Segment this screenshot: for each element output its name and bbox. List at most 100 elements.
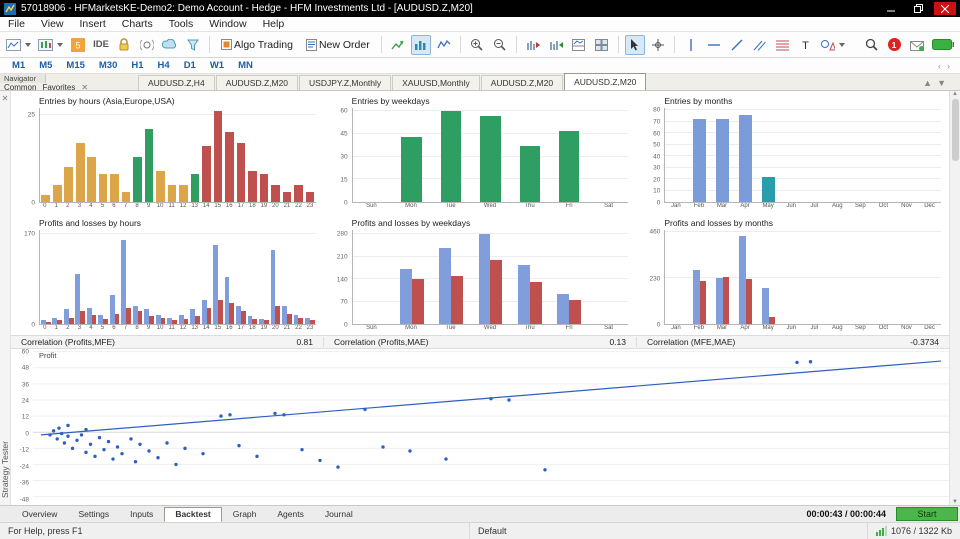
tick-arrow-icon[interactable] — [388, 35, 408, 55]
scrollbar-thumb[interactable] — [951, 99, 959, 161]
tf-m5[interactable]: M5 — [33, 60, 58, 71]
tile-windows-icon[interactable] — [592, 35, 612, 55]
tf-d1[interactable]: D1 — [178, 60, 202, 71]
crosshair-icon[interactable] — [648, 35, 668, 55]
chart-tab-2[interactable]: AUDUSD.Z,M20 — [215, 75, 299, 90]
tab-scroll-buttons: ▲ ▼ — [923, 78, 946, 88]
chart-tab-1[interactable]: AUDUSD.Z,H4 — [138, 75, 215, 90]
tab-scroll-down-icon[interactable]: ▼ — [937, 78, 946, 88]
tf-h1[interactable]: H1 — [125, 60, 149, 71]
x-axis: 0 1 2 3 4 5 6 7 8 9 10 11 12 13 14 15 16 17 18 19 20 21 22 23 — [43, 203, 314, 210]
menu-file[interactable]: File — [0, 18, 33, 30]
navigator-tab-favorites[interactable]: Favorites — [42, 83, 75, 92]
cloud-sync-icon[interactable] — [160, 35, 180, 55]
close-panel-icon[interactable]: ✕ — [2, 94, 9, 103]
chevron-right-icon[interactable]: › — [947, 61, 950, 71]
tf-h4[interactable]: H4 — [152, 60, 176, 71]
tester-tab-settings[interactable]: Settings — [68, 507, 119, 522]
cursor-icon[interactable] — [624, 34, 645, 55]
navigator-tab-common[interactable]: Common — [4, 83, 36, 92]
zoom-in-icon[interactable] — [467, 35, 487, 55]
chart-tab-6-active[interactable]: AUDUSD.Z,M20 — [564, 73, 647, 90]
chevron-left-icon[interactable]: ‹ — [938, 61, 941, 71]
inbox-icon[interactable] — [907, 35, 927, 55]
bar — [68, 317, 74, 325]
plot-area — [664, 230, 941, 326]
status-profile[interactable]: Default — [470, 523, 868, 539]
shapes-icon[interactable] — [819, 35, 847, 55]
tf-mn[interactable]: MN — [232, 60, 259, 71]
zoom-out-icon[interactable] — [490, 35, 510, 55]
vertical-line-icon[interactable] — [681, 35, 701, 55]
chart-tab-5[interactable]: AUDUSD.Z,M20 — [480, 75, 564, 90]
ide-button[interactable]: IDE — [91, 35, 111, 55]
tester-tab-overview[interactable]: Overview — [12, 507, 67, 522]
close-navigator-icon[interactable]: ✕ — [81, 83, 88, 92]
menu-tools[interactable]: Tools — [161, 18, 202, 30]
channel-icon[interactable] — [750, 35, 770, 55]
line-chart-mode-icon[interactable] — [434, 35, 454, 55]
close-button[interactable] — [934, 2, 956, 15]
vertical-scrollbar[interactable]: ▲ ▼ — [949, 91, 960, 505]
bar — [218, 300, 223, 325]
tab-scroll-up-icon[interactable]: ▲ — [923, 78, 932, 88]
bar — [451, 275, 463, 325]
new-order-button[interactable]: New Order — [301, 35, 375, 55]
lock-icon[interactable] — [114, 35, 134, 55]
menu-view[interactable]: View — [33, 18, 72, 30]
chart-tab-3[interactable]: USDJPY.Z,Monthly — [299, 75, 392, 90]
notification-badge: 1 — [887, 38, 901, 51]
mql5-icon[interactable]: 5 — [68, 35, 88, 55]
menu-help[interactable]: Help — [255, 18, 293, 30]
menu-insert[interactable]: Insert — [72, 18, 114, 30]
chart-entries-by-weekdays: Entries by weekdays 60 45 30 15 0 Sun Mon Tue Wed… — [324, 91, 637, 213]
algo-trading-button[interactable]: Algo Trading — [216, 35, 298, 55]
trendline-icon[interactable] — [727, 35, 747, 55]
navigator-panel-header: Navigator Common Favorites ✕ — [0, 74, 138, 92]
tester-tab-backtest[interactable]: Backtest — [164, 506, 222, 522]
bar — [91, 314, 97, 325]
menu-bar: File View Insert Charts Tools Window Hel… — [0, 17, 960, 32]
funnel-icon[interactable] — [183, 35, 203, 55]
bar — [399, 269, 412, 325]
chart-style-icon[interactable] — [36, 35, 65, 55]
chart-title: Entries by months — [664, 96, 733, 106]
menu-charts[interactable]: Charts — [114, 18, 161, 30]
start-button[interactable]: Start — [896, 507, 958, 521]
bar — [133, 156, 142, 203]
navigator-caption[interactable]: Navigator — [0, 74, 46, 83]
shift-end-icon[interactable] — [523, 35, 543, 55]
horizontal-line-icon[interactable] — [704, 35, 724, 55]
bar — [401, 136, 422, 203]
tester-tab-agents[interactable]: Agents — [267, 507, 313, 522]
notifications-icon[interactable]: 1 — [884, 35, 904, 55]
tester-tab-graph[interactable]: Graph — [223, 507, 267, 522]
new-chart-icon[interactable] — [4, 35, 33, 55]
search-icon[interactable] — [861, 35, 881, 55]
scroll-up-icon[interactable]: ▲ — [952, 91, 958, 97]
fibonacci-icon[interactable] — [773, 35, 793, 55]
tf-m15[interactable]: M15 — [60, 60, 90, 71]
connection-status-icon[interactable] — [930, 35, 956, 55]
tester-tab-journal[interactable]: Journal — [315, 507, 363, 522]
tf-w1[interactable]: W1 — [204, 60, 230, 71]
bar — [518, 264, 530, 325]
indicator-window-icon[interactable] — [569, 35, 589, 55]
tf-m1[interactable]: M1 — [6, 60, 31, 71]
text-icon[interactable]: T — [796, 35, 816, 55]
bar — [183, 318, 189, 325]
bar — [557, 293, 570, 325]
tf-m30[interactable]: M30 — [93, 60, 123, 71]
tester-tab-inputs[interactable]: Inputs — [120, 507, 163, 522]
market-depth-icon[interactable] — [137, 35, 157, 55]
bar — [87, 156, 96, 203]
restore-button[interactable] — [907, 2, 929, 15]
bar-chart-mode-icon[interactable] — [410, 34, 431, 55]
menu-window[interactable]: Window — [201, 18, 254, 30]
minimize-button[interactable] — [880, 2, 902, 15]
chart-tab-4[interactable]: XAUUSD,Monthly — [392, 75, 480, 90]
scroll-down-icon[interactable]: ▼ — [952, 499, 958, 505]
bar — [229, 303, 235, 325]
auto-scroll-icon[interactable] — [546, 35, 566, 55]
bar — [167, 184, 177, 203]
